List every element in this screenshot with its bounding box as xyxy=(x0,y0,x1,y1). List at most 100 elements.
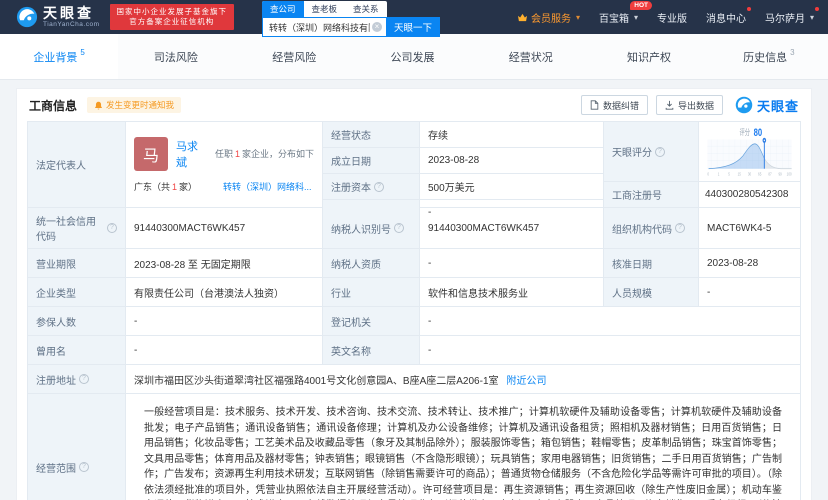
page-body: 工商信息 发生变更时通知我 数据纠错 导出数据 天眼查 法定代表人 马 马求斌 … xyxy=(0,80,828,500)
info-icon[interactable] xyxy=(374,181,384,192)
nav-pro-version[interactable]: 专业版 xyxy=(657,10,687,25)
score-value: 80 xyxy=(754,127,763,140)
search-tab-relation[interactable]: 查关系 xyxy=(345,1,387,17)
nav-user-menu[interactable]: 马尔萨月 xyxy=(764,6,820,25)
clear-search-icon[interactable] xyxy=(372,22,382,32)
section-title: 工商信息 xyxy=(29,98,78,113)
field-value: 2023-08-28 至 无固定期限 xyxy=(126,249,323,277)
svg-text:1: 1 xyxy=(718,172,720,177)
tianyancha-logo-icon xyxy=(16,6,38,28)
nearby-companies-link[interactable]: 附近公司 xyxy=(507,372,547,387)
reg-no-label: 工商注册号 xyxy=(604,182,699,207)
legal-rep-label: 法定代表人 xyxy=(28,122,126,207)
scope-value: 一般经营项目是：技术服务、技术开发、技术咨询、技术交流、技术转让、技术推广；计算… xyxy=(144,407,782,496)
search-tab-boss[interactable]: 查老板 xyxy=(304,1,346,17)
tab-operation-status[interactable]: 经营状况 xyxy=(473,34,591,79)
field-label: 曾用名 xyxy=(28,336,126,364)
field-label: 纳税人资质 xyxy=(323,249,420,277)
field-value: - xyxy=(126,336,323,364)
tab-intellectual-property[interactable]: 知识产权 xyxy=(591,34,709,79)
bell-icon xyxy=(95,101,102,109)
watermark-logo: 天眼查 xyxy=(735,96,799,115)
legal-rep-cell: 马 马求斌 任职 1 家企业，分布如下 广东（共 1 家） 转转（深圳）网络科... xyxy=(126,122,323,207)
score-chart-cell: 评分 80 0 1 5 15 30 65 87 99 100 xyxy=(699,122,800,181)
watermark-logo-icon xyxy=(735,96,753,114)
section-header: 工商信息 发生变更时通知我 数据纠错 导出数据 天眼查 xyxy=(27,89,801,121)
field-value: 软件和信息技术服务业 xyxy=(420,278,604,306)
score-title: 评分 xyxy=(739,127,750,137)
field-label: 营业期限 xyxy=(28,249,126,277)
info-icon[interactable] xyxy=(394,223,404,233)
tab-judicial-risk[interactable]: 司法风险 xyxy=(118,34,236,79)
nav-vip-services[interactable]: 会员服务 xyxy=(517,10,580,25)
table-row: 企业类型 有限责任公司（台港澳法人独资） 行业 软件和信息技术服务业 人员规模 … xyxy=(28,278,800,307)
table-row: 参保人数 - 登记机关 - xyxy=(28,307,800,336)
field-value: - xyxy=(126,307,323,335)
username: 马尔萨月 xyxy=(764,13,805,25)
table-row: 营业期限 2023-08-28 至 无固定期限 纳税人资质 - 核准日期 202… xyxy=(28,249,800,278)
info-icon[interactable] xyxy=(675,223,685,233)
field-value: 500万美元 xyxy=(428,183,475,194)
info-icon[interactable] xyxy=(79,462,89,472)
table-row: 曾用名 - 英文名称 - xyxy=(28,336,800,365)
search-tab-company[interactable]: 查公司 xyxy=(262,1,304,17)
field-value: 存续 xyxy=(428,131,448,142)
avatar[interactable]: 马 xyxy=(134,136,168,171)
field-value: - xyxy=(428,315,432,327)
table-row: 统一社会信用代码 91440300MACT6WK457 纳税人识别号 91440… xyxy=(28,208,800,249)
legal-rep-region: 广东（共 1 家） xyxy=(134,181,198,192)
field-label: 注册资本 xyxy=(323,174,420,199)
info-icon[interactable] xyxy=(655,146,665,157)
table-row-scope: 经营范围 一般经营项目是：技术服务、技术开发、技术咨询、技术交流、技术转让、技术… xyxy=(28,394,800,500)
table-row-address: 注册地址 深圳市福田区沙头街道翠湾社区福强路4001号文化创意园A、B座A座二层… xyxy=(28,365,800,394)
export-data-button[interactable]: 导出数据 xyxy=(655,95,723,115)
data-correction-button[interactable]: 数据纠错 xyxy=(580,95,648,115)
svg-text:87: 87 xyxy=(768,172,771,177)
business-info-card: 工商信息 发生变更时通知我 数据纠错 导出数据 天眼查 法定代表人 马 马求斌 … xyxy=(16,88,812,500)
nav-message-center[interactable]: 消息中心 xyxy=(706,6,751,25)
nav-toolbox[interactable]: 百宝箱 HOT xyxy=(599,0,652,25)
score-distribution-chart: 评分 80 0 1 5 15 30 65 87 99 100 xyxy=(707,127,792,177)
field-label: 登记机关 xyxy=(323,307,420,335)
field-label: 成立日期 xyxy=(323,148,420,173)
field-value: 91440300MACT6WK457 xyxy=(126,208,323,248)
field-label: 纳税人识别号 xyxy=(323,208,420,248)
change-notify-badge[interactable]: 发生变更时通知我 xyxy=(87,97,182,113)
svg-text:15: 15 xyxy=(738,172,741,177)
top-header: 天眼查 TianYanCha.com 国家中小企业发展子基金旗下 官方备案企业征… xyxy=(0,0,828,37)
related-company-link[interactable]: 转转（深圳）网络科... xyxy=(223,180,312,193)
svg-text:5: 5 xyxy=(728,172,730,177)
svg-text:0: 0 xyxy=(707,172,709,177)
address-value: 深圳市福田区沙头街道翠湾社区福强路4001号文化创意园A、B座A座二层A206-… xyxy=(126,365,800,393)
tab-history-info[interactable]: 历史信息 3 xyxy=(710,34,828,79)
scope-label: 经营范围 xyxy=(28,394,126,500)
tianyancha-logo[interactable]: 天眼查 TianYanCha.com xyxy=(16,6,100,29)
field-value: 2023-08-28 xyxy=(428,155,480,166)
svg-text:30: 30 xyxy=(748,172,751,177)
field-label: 企业类型 xyxy=(28,278,126,306)
download-icon xyxy=(665,100,674,110)
info-icon[interactable] xyxy=(79,374,89,384)
field-value: 2023-08-28 xyxy=(707,257,759,269)
field-value: MACT6WK4-5 xyxy=(707,222,772,234)
header-search-widget: 查公司 查老板 查关系 天眼一下 xyxy=(262,0,440,37)
tab-company-background[interactable]: 企业背景 5 xyxy=(0,34,119,79)
gov-certification-badge: 国家中小企业发展子基金旗下 官方备案企业征信机构 xyxy=(109,3,234,31)
svg-text:99: 99 xyxy=(779,172,782,177)
address-label: 注册地址 xyxy=(28,365,126,393)
brand-domain: TianYanCha.com xyxy=(43,20,100,28)
tab-operation-risk[interactable]: 经营风险 xyxy=(237,34,355,79)
field-label: 英文名称 xyxy=(323,336,420,364)
field-value: 有限责任公司（台港澳法人独资） xyxy=(126,278,323,306)
field-label: 核准日期 xyxy=(604,249,699,277)
field-value: - xyxy=(707,286,711,298)
field-label: 人员规模 xyxy=(604,278,699,306)
reg-no-value: 440300280542308 xyxy=(705,189,789,200)
field-value: 91440300MACT6WK457 xyxy=(420,208,604,248)
company-detail-tabs: 企业背景 5 司法风险 经营风险 公司发展 经营状况 知识产权 历史信息 3 xyxy=(0,34,828,80)
info-icon[interactable] xyxy=(107,223,117,233)
crown-icon xyxy=(517,13,527,21)
tab-company-development[interactable]: 公司发展 xyxy=(355,34,473,79)
legal-rep-role: 任职 1 家企业，分布如下 xyxy=(214,149,314,159)
legal-rep-name-link[interactable]: 马求斌 xyxy=(176,138,205,170)
